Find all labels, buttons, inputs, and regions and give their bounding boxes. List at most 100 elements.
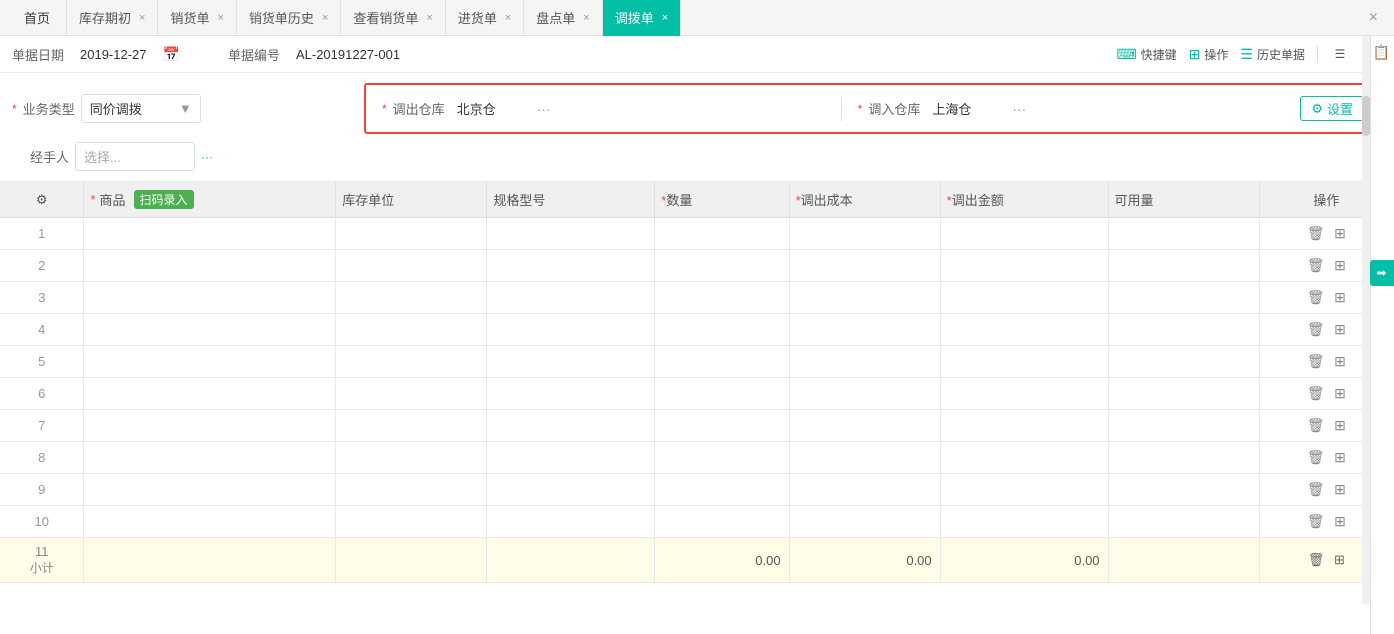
row-product-10[interactable]: [84, 506, 336, 538]
row-unit-9[interactable]: [336, 474, 487, 506]
row-amount-6[interactable]: [940, 378, 1108, 410]
row-spec-3[interactable]: [487, 282, 655, 314]
scrollbar-track[interactable]: [1362, 36, 1370, 604]
tab-inventory-count-close[interactable]: ×: [583, 12, 589, 24]
row-spec-2[interactable]: [487, 250, 655, 282]
row-spec-6[interactable]: [487, 378, 655, 410]
row-qty-5[interactable]: [655, 346, 789, 378]
row-amount-9[interactable]: [940, 474, 1108, 506]
row-amount-7[interactable]: [940, 410, 1108, 442]
row-qty-6[interactable]: [655, 378, 789, 410]
row-avail-4[interactable]: [1108, 314, 1259, 346]
row-cost-7[interactable]: [789, 410, 940, 442]
row-avail-9[interactable]: [1108, 474, 1259, 506]
copy-icon-1[interactable]: ⊞: [1334, 225, 1346, 241]
copy-icon-10[interactable]: ⊞: [1334, 513, 1346, 529]
handler-more-btn[interactable]: ···: [201, 150, 213, 164]
row-cost-4[interactable]: [789, 314, 940, 346]
row-qty-10[interactable]: [655, 506, 789, 538]
row-unit-2[interactable]: [336, 250, 487, 282]
copy-icon-5[interactable]: ⊞: [1334, 353, 1346, 369]
row-avail-10[interactable]: [1108, 506, 1259, 538]
table-container[interactable]: ⚙ * 商品 扫码录入 库存单位 规格型号 *数量: [0, 182, 1394, 634]
row-qty-9[interactable]: [655, 474, 789, 506]
tab-transfer-order-close[interactable]: ×: [662, 12, 668, 24]
row-qty-7[interactable]: [655, 410, 789, 442]
delete-icon-4[interactable]: 🗑: [1307, 321, 1325, 337]
row-unit-10[interactable]: [336, 506, 487, 538]
row-product-2[interactable]: [84, 250, 336, 282]
copy-icon-4[interactable]: ⊞: [1334, 321, 1346, 337]
delete-icon-2[interactable]: 🗑: [1307, 257, 1325, 273]
tab-inventory-count[interactable]: 盘点单 ×: [524, 0, 602, 36]
row-amount-1[interactable]: [940, 218, 1108, 250]
row-amount-10[interactable]: [940, 506, 1108, 538]
tab-inventory-init[interactable]: 库存期初 ×: [67, 0, 158, 36]
row-spec-4[interactable]: [487, 314, 655, 346]
row-cost-1[interactable]: [789, 218, 940, 250]
handler-select[interactable]: 选择...: [75, 142, 195, 171]
ops-btn[interactable]: ⊞ 操作: [1189, 46, 1229, 63]
in-warehouse-more-btn[interactable]: ···: [1012, 101, 1026, 117]
delete-icon-7[interactable]: 🗑: [1307, 417, 1325, 433]
row-cost-8[interactable]: [789, 442, 940, 474]
row-avail-5[interactable]: [1108, 346, 1259, 378]
calendar-icon[interactable]: 📅: [163, 46, 180, 63]
tab-purchase-order[interactable]: 进货单 ×: [446, 0, 524, 36]
row-qty-2[interactable]: [655, 250, 789, 282]
row-qty-4[interactable]: [655, 314, 789, 346]
delete-icon-3[interactable]: 🗑: [1307, 289, 1325, 305]
delete-icon-5[interactable]: 🗑: [1307, 353, 1325, 369]
delete-icon-10[interactable]: 🗑: [1307, 513, 1325, 529]
row-avail-1[interactable]: [1108, 218, 1259, 250]
row-avail-8[interactable]: [1108, 442, 1259, 474]
row-product-9[interactable]: [84, 474, 336, 506]
row-unit-4[interactable]: [336, 314, 487, 346]
out-warehouse-more-btn[interactable]: ···: [537, 101, 551, 117]
history-btn[interactable]: ☰ 历史单据: [1240, 46, 1305, 63]
tab-transfer-order[interactable]: 调拨单 ×: [603, 0, 681, 36]
copy-icon-6[interactable]: ⊞: [1334, 385, 1346, 401]
row-avail-7[interactable]: [1108, 410, 1259, 442]
right-teal-expand-btn[interactable]: ⬆: [1370, 260, 1394, 286]
tab-view-sales[interactable]: 查看销货单 ×: [341, 0, 445, 36]
row-unit-6[interactable]: [336, 378, 487, 410]
row-unit-1[interactable]: [336, 218, 487, 250]
tab-home[interactable]: 首页: [8, 0, 67, 36]
row-product-8[interactable]: [84, 442, 336, 474]
row-cost-2[interactable]: [789, 250, 940, 282]
window-close-button[interactable]: ×: [1361, 9, 1386, 27]
col-settings[interactable]: ⚙: [0, 182, 84, 218]
setting-button[interactable]: ⚙ 设置: [1300, 96, 1364, 121]
row-amount-3[interactable]: [940, 282, 1108, 314]
copy-icon-9[interactable]: ⊞: [1334, 481, 1346, 497]
tab-view-sales-close[interactable]: ×: [426, 12, 432, 24]
row-spec-5[interactable]: [487, 346, 655, 378]
subtotal-delete-icon[interactable]: 🗑: [1308, 552, 1325, 567]
row-spec-9[interactable]: [487, 474, 655, 506]
row-cost-9[interactable]: [789, 474, 940, 506]
shortcut-btn[interactable]: ⌨ 快捷键: [1116, 46, 1176, 63]
row-cost-5[interactable]: [789, 346, 940, 378]
delete-icon-8[interactable]: 🗑: [1307, 449, 1325, 465]
copy-icon-2[interactable]: ⊞: [1334, 257, 1346, 273]
row-product-3[interactable]: [84, 282, 336, 314]
row-qty-3[interactable]: [655, 282, 789, 314]
row-unit-3[interactable]: [336, 282, 487, 314]
scrollbar-thumb[interactable]: [1362, 96, 1370, 136]
row-spec-1[interactable]: [487, 218, 655, 250]
row-spec-10[interactable]: [487, 506, 655, 538]
copy-icon-8[interactable]: ⊞: [1334, 449, 1346, 465]
row-amount-2[interactable]: [940, 250, 1108, 282]
row-amount-5[interactable]: [940, 346, 1108, 378]
business-type-select[interactable]: 同价调拨 ▼: [81, 94, 201, 123]
tab-sales-order[interactable]: 销货单 ×: [158, 0, 236, 36]
row-avail-3[interactable]: [1108, 282, 1259, 314]
delete-icon-1[interactable]: 🗑: [1307, 225, 1325, 241]
tab-sales-order-close[interactable]: ×: [217, 12, 223, 24]
row-amount-4[interactable]: [940, 314, 1108, 346]
table-settings-icon[interactable]: ⚙: [36, 192, 48, 207]
layout-icon-1[interactable]: ☰: [1330, 44, 1350, 64]
delete-icon-9[interactable]: 🗑: [1307, 481, 1325, 497]
copy-icon-7[interactable]: ⊞: [1334, 417, 1346, 433]
